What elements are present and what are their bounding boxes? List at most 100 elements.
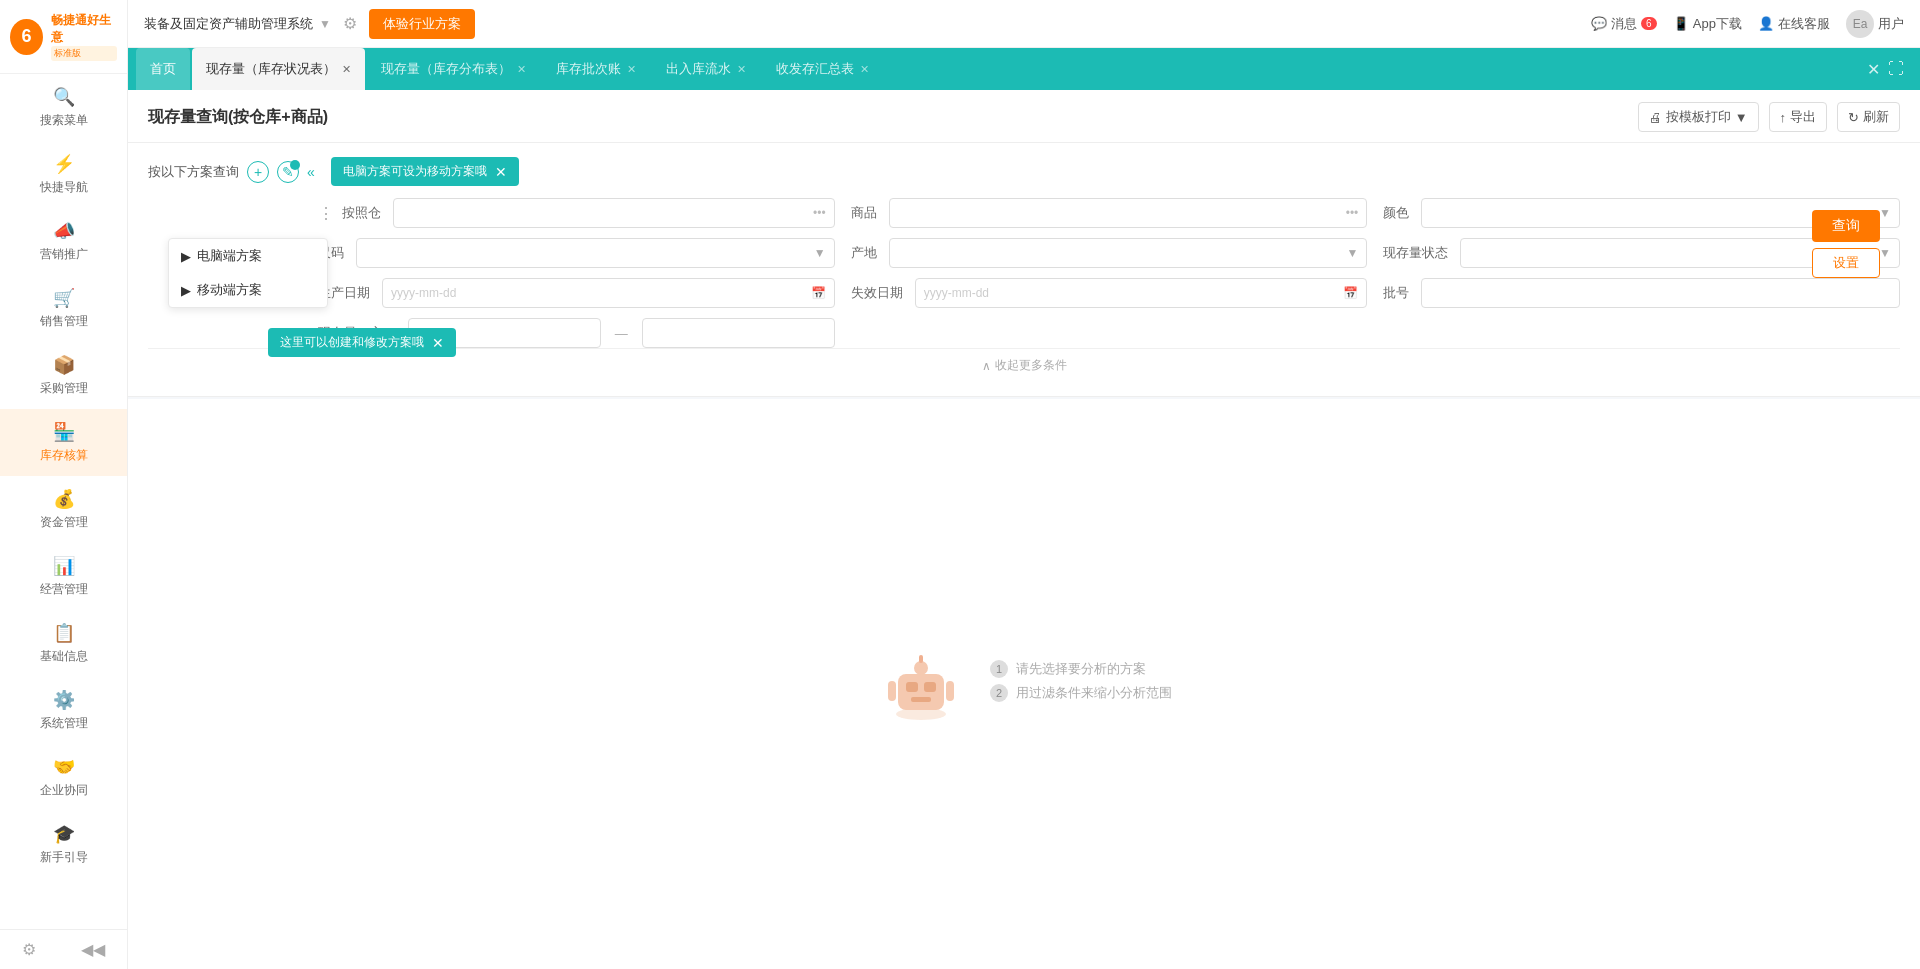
svg-rect-5 — [914, 661, 928, 675]
action-buttons: 查询 设置 — [1812, 210, 1880, 278]
filter-row-3: 生产日期 yyyy-mm-dd 📅 失效日期 yyyy-mm-dd 📅 — [318, 278, 1900, 308]
filter-produce-date: 生产日期 yyyy-mm-dd 📅 — [318, 278, 835, 308]
sidebar-item-basic[interactable]: 📋 基础信息 — [0, 610, 127, 677]
topbar-right: 💬 消息 6 📱 App下载 👤 在线客服 Ea 用户 — [1591, 10, 1904, 38]
sidebar-item-finance[interactable]: 💰 资金管理 — [0, 476, 127, 543]
filter-batch: 批号 — [1383, 278, 1900, 308]
phone-icon: 📱 — [1673, 16, 1689, 31]
collapse-button[interactable]: ∧ 收起更多条件 — [982, 357, 1067, 374]
sidebar-menu: 🔍 搜索菜单 ⚡ 快捷导航 📣 营销推广 🛒 销售管理 📦 采购管理 🏪 库存核… — [0, 74, 127, 929]
color-label: 颜色 — [1383, 204, 1409, 222]
sidebar-item-inventory[interactable]: 🏪 库存核算 — [0, 409, 127, 476]
tab-inventory-status[interactable]: 现存量（库存状况表） ✕ — [192, 48, 365, 90]
size-select[interactable]: ▼ — [356, 238, 835, 268]
template-print-button[interactable]: 🖨 按模板打印 ▼ — [1638, 102, 1759, 132]
enterprise-icon: 🤝 — [53, 756, 75, 778]
tab-close-inventory-dist[interactable]: ✕ — [517, 63, 526, 76]
export-icon: ↑ — [1780, 110, 1787, 125]
filter-header: 按以下方案查询 + ✎ « 电脑方案可设为移动方案哦 ✕ — [148, 157, 1900, 186]
tab-close-all-icon[interactable]: ✕ — [1867, 60, 1880, 79]
operations-icon: 📊 — [53, 555, 75, 577]
online-service-item[interactable]: 👤 在线客服 — [1758, 15, 1830, 33]
sidebar-item-system[interactable]: ⚙️ 系统管理 — [0, 677, 127, 744]
sidebar-item-enterprise[interactable]: 🤝 企业协同 — [0, 744, 127, 811]
collapse-icon: ∧ — [982, 359, 991, 373]
batch-input[interactable] — [1421, 278, 1900, 308]
tab-close-batch-account[interactable]: ✕ — [627, 63, 636, 76]
sidebar-item-search[interactable]: 🔍 搜索菜单 — [0, 74, 127, 141]
refresh-button[interactable]: ↻ 刷新 — [1837, 102, 1900, 132]
batch-label: 批号 — [1383, 284, 1409, 302]
filter-origin: 产地 ▼ — [851, 238, 1368, 268]
tab-close-inout-flow[interactable]: ✕ — [737, 63, 746, 76]
service-icon: 👤 — [1758, 16, 1774, 31]
dots-icon-2: ••• — [813, 206, 826, 220]
scheme-tooltip1: 电脑方案可设为移动方案哦 ✕ — [331, 157, 519, 186]
sidebar-item-operations[interactable]: 📊 经营管理 — [0, 543, 127, 610]
edit-tooltip: 这里可以创建和修改方案哦 ✕ — [268, 328, 456, 357]
expire-date-input[interactable]: yyyy-mm-dd 📅 — [915, 278, 1368, 308]
settings-btn[interactable]: ⚙ — [22, 940, 36, 959]
export-button[interactable]: ↑ 导出 — [1769, 102, 1828, 132]
origin-select[interactable]: ▼ — [889, 238, 1368, 268]
basic-icon: 📋 — [53, 622, 75, 644]
tab-inout-flow[interactable]: 出入库流水 ✕ — [652, 48, 760, 90]
warehouse-label: 按照仓 — [342, 204, 381, 222]
page-title-row: 现存量查询(按仓库+商品) 🖨 按模板打印 ▼ ↑ 导出 ↻ 刷新 — [148, 102, 1900, 142]
refresh-icon: ↻ — [1848, 110, 1859, 125]
print-icon: 🖨 — [1649, 110, 1662, 125]
topbar-settings-icon[interactable]: ⚙ — [343, 14, 357, 33]
empty-hint-2: 2 用过滤条件来缩小分析范围 — [990, 684, 1172, 702]
size-chevron-icon: ▼ — [814, 246, 826, 260]
tab-collect-summary[interactable]: 收发存汇总表 ✕ — [762, 48, 883, 90]
empty-content: 1 请先选择要分析的方案 2 用过滤条件来缩小分析范围 — [876, 639, 1172, 729]
origin-chevron-icon: ▼ — [1346, 246, 1358, 260]
purchase-icon: 📦 — [53, 354, 75, 376]
tabbar: 首页 现存量（库存状况表） ✕ 现存量（库存分布表） ✕ 库存批次账 ✕ 出入库… — [128, 48, 1920, 90]
tab-fullscreen-icon[interactable]: ⛶ — [1888, 60, 1904, 78]
range-sep: — — [615, 326, 628, 341]
svg-rect-6 — [919, 655, 923, 663]
arrow-icon[interactable]: « — [307, 164, 315, 180]
marketing-icon: 📣 — [53, 220, 75, 242]
user-item[interactable]: Ea 用户 — [1846, 10, 1904, 38]
edit-tooltip-close[interactable]: ✕ — [432, 335, 444, 351]
svg-rect-1 — [898, 674, 944, 710]
svg-rect-2 — [906, 682, 918, 692]
sidebar-item-marketing[interactable]: 📣 营销推广 — [0, 208, 127, 275]
sidebar-item-sales[interactable]: 🛒 销售管理 — [0, 275, 127, 342]
reset-button[interactable]: 设置 — [1812, 248, 1880, 278]
sidebar-item-newbie[interactable]: 🎓 新手引导 — [0, 811, 127, 878]
sidebar-item-purchase[interactable]: 📦 采购管理 — [0, 342, 127, 409]
experience-button[interactable]: 体验行业方案 — [369, 9, 475, 39]
chevron-icon2: ▶ — [181, 283, 191, 298]
scheme-tree-item-desktop[interactable]: ▶ 电脑端方案 — [169, 239, 327, 273]
produce-date-input[interactable]: yyyy-mm-dd 📅 — [382, 278, 835, 308]
search-button[interactable]: 查询 — [1812, 210, 1880, 242]
goods-label: 商品 — [851, 204, 877, 222]
message-item[interactable]: 💬 消息 6 — [1591, 15, 1657, 33]
sidebar: 6 畅捷通好生意 标准版 🔍 搜索菜单 ⚡ 快捷导航 📣 营销推广 🛒 销售管理… — [0, 0, 128, 969]
collapse-sidebar-btn[interactable]: ◀◀ — [81, 940, 105, 959]
tab-close-inventory-status[interactable]: ✕ — [342, 63, 351, 76]
tooltip1-close[interactable]: ✕ — [495, 164, 507, 180]
scheme-area: ▶ 电脑端方案 ▶ 移动端方案 ⋮ 按照仓 — [148, 198, 1900, 348]
tab-batch-account[interactable]: 库存批次账 ✕ — [542, 48, 650, 90]
empty-text: 1 请先选择要分析的方案 2 用过滤条件来缩小分析范围 — [990, 660, 1172, 708]
add-scheme-button[interactable]: + — [247, 161, 269, 183]
tab-inventory-dist[interactable]: 现存量（库存分布表） ✕ — [367, 48, 540, 90]
app-download-item[interactable]: 📱 App下载 — [1673, 15, 1742, 33]
scheme-tree-item-mobile[interactable]: ▶ 移动端方案 — [169, 273, 327, 307]
edit-scheme-button[interactable]: ✎ — [277, 161, 299, 183]
inv-status-label: 现存量状态 — [1383, 244, 1448, 262]
empty-state: 1 请先选择要分析的方案 2 用过滤条件来缩小分析范围 — [128, 399, 1920, 969]
inv-qty-to[interactable] — [642, 318, 835, 348]
warehouse-select[interactable]: ••• — [393, 198, 835, 228]
tab-home[interactable]: 首页 — [136, 48, 190, 90]
scheme-tree: ▶ 电脑端方案 ▶ 移动端方案 — [168, 238, 328, 308]
goods-select[interactable]: ••• — [889, 198, 1368, 228]
tab-close-collect-summary[interactable]: ✕ — [860, 63, 869, 76]
filter-row-2: 尺码 ▼ 产地 ▼ — [318, 238, 1900, 268]
sidebar-item-guide[interactable]: ⚡ 快捷导航 — [0, 141, 127, 208]
system-chevron-icon: ▼ — [319, 17, 331, 31]
